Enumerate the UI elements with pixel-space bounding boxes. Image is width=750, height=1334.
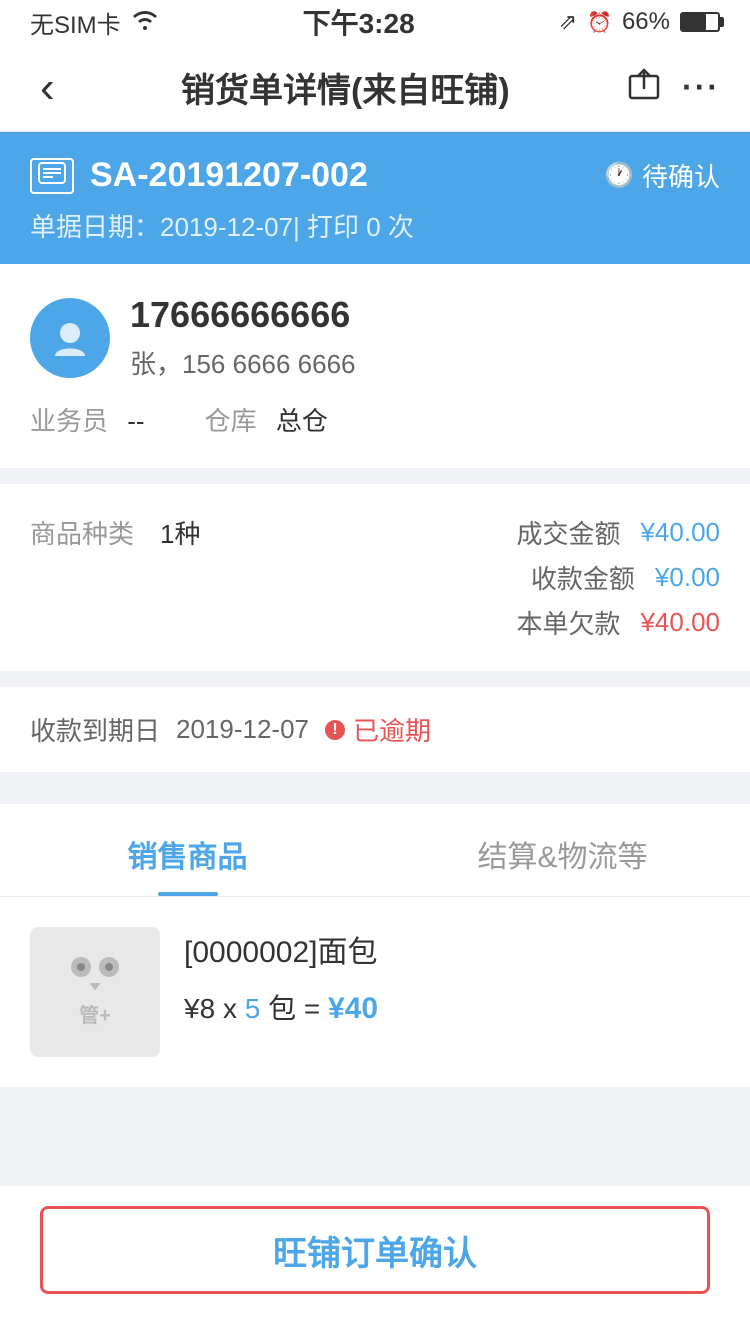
- order-id-text: SA-20191207-002: [90, 156, 368, 195]
- carrier-text: 无SIM卡: [30, 5, 121, 40]
- summary-row: 商品种类 1种 成交金额 ¥40.00 收款金额 ¥0.00 本单欠款 ¥40.…: [30, 514, 720, 641]
- deal-amount-label: 成交金额: [516, 514, 620, 551]
- customer-phone: 17666666666: [130, 294, 356, 336]
- divider-3: [0, 772, 750, 788]
- amounts-block: 成交金额 ¥40.00 收款金额 ¥0.00 本单欠款 ¥40.00: [516, 514, 720, 641]
- due-date-value: 2019-12-07: [176, 714, 309, 745]
- price-multiply: x: [223, 993, 245, 1024]
- warehouse-field: 仓库 总仓: [205, 401, 328, 438]
- order-date-label: 单据日期：: [30, 212, 160, 242]
- product-quantity: 5: [245, 993, 261, 1024]
- tab-settlement[interactable]: 结算&物流等: [375, 804, 750, 896]
- battery-percent: 66%: [622, 8, 670, 36]
- status-right: ⇗ ⏰ 66%: [559, 8, 720, 36]
- divider-1: [0, 468, 750, 484]
- owed-amount-row: 本单欠款 ¥40.00: [516, 604, 720, 641]
- product-thumbnail: 管+: [30, 927, 160, 1057]
- owed-amount-value: ¥40.00: [640, 607, 720, 638]
- owl-beak: [89, 983, 101, 991]
- due-section: 收款到期日 2019-12-07 ! 已逾期: [0, 687, 750, 772]
- deal-amount-row: 成交金额 ¥40.00: [516, 514, 720, 551]
- order-date-row: 单据日期：2019-12-07| 打印 0 次: [30, 207, 720, 244]
- customer-section: 17666666666 张，156 6666 6666 业务员 -- 仓库 总仓: [0, 264, 750, 468]
- more-icon[interactable]: ···: [682, 69, 720, 106]
- warehouse-value: 总仓: [276, 406, 328, 436]
- product-type-value: 1种: [160, 514, 200, 551]
- order-id: SA-20191207-002: [30, 156, 368, 195]
- overdue-text: 已逾期: [353, 711, 431, 748]
- order-icon: [30, 158, 74, 194]
- product-details: [0000002]面包 ¥8 x 5 包 = ¥40: [184, 927, 720, 1027]
- owl-eye-left: [71, 957, 91, 977]
- status-time: 下午3:28: [303, 2, 415, 42]
- avatar: [30, 298, 110, 378]
- received-amount-label: 收款金额: [531, 559, 635, 596]
- product-name-text: 面包: [317, 936, 377, 969]
- owed-amount-label: 本单欠款: [516, 604, 620, 641]
- battery-icon: [680, 12, 720, 32]
- clock-icon: 🕐: [604, 161, 634, 190]
- status-left: 无SIM卡: [30, 5, 159, 40]
- product-price-row: ¥8 x 5 包 = ¥40: [184, 987, 720, 1027]
- product-total: ¥40: [328, 992, 378, 1025]
- tabs-section: 销售商品 结算&物流等: [0, 804, 750, 897]
- product-type-label: 商品种类: [30, 514, 134, 551]
- order-status-text: 待确认: [642, 157, 720, 194]
- nav-bar: ‹ 销货单详情(来自旺铺) ···: [0, 44, 750, 132]
- product-item: 管+ [0000002]面包 ¥8 x 5 包 = ¥40: [0, 897, 750, 1087]
- owl-eyes: [71, 957, 119, 977]
- overdue-badge: ! 已逾期: [325, 711, 431, 748]
- price-equals: =: [304, 993, 328, 1024]
- alarm-icon: ⏰: [587, 10, 612, 35]
- customer-row: 17666666666 张，156 6666 6666: [30, 294, 720, 381]
- status-bar: 无SIM卡 下午3:28 ⇗ ⏰ 66%: [0, 0, 750, 44]
- divider-2: [0, 671, 750, 687]
- confirm-order-button[interactable]: 旺铺订单确认: [40, 1206, 710, 1294]
- owl-text: 管+: [79, 999, 111, 1028]
- bottom-button-container: 旺铺订单确认: [0, 1186, 750, 1334]
- product-unit: 包: [268, 993, 296, 1024]
- order-status: 🕐 待确认: [604, 157, 720, 194]
- customer-info-block: 17666666666 张，156 6666 6666: [130, 294, 356, 381]
- received-amount-row: 收款金额 ¥0.00: [531, 559, 720, 596]
- summary-section: 商品种类 1种 成交金额 ¥40.00 收款金额 ¥0.00 本单欠款 ¥40.…: [0, 484, 750, 671]
- location-icon: ⇗: [559, 9, 577, 35]
- order-header: SA-20191207-002 🕐 待确认 单据日期：2019-12-07| 打…: [0, 132, 750, 264]
- product-code: [0000002]: [184, 936, 317, 969]
- nav-title: 销货单详情(来自旺铺): [181, 63, 510, 112]
- due-date-label: 收款到期日: [30, 711, 160, 748]
- owl-logo: 管+: [71, 957, 119, 1028]
- received-amount-value: ¥0.00: [655, 562, 720, 593]
- order-date: 2019-12-07: [160, 212, 293, 242]
- overdue-icon: !: [325, 720, 345, 740]
- product-name: [0000002]面包: [184, 927, 720, 971]
- salesman-field: 业务员 --: [30, 401, 145, 438]
- product-price: ¥8: [184, 993, 215, 1024]
- product-type-field: 商品种类 1种: [30, 514, 200, 551]
- back-button[interactable]: ‹: [30, 53, 65, 123]
- customer-name: 张，156 6666 6666: [130, 344, 356, 381]
- wifi-icon: [131, 8, 159, 37]
- order-print-info: | 打印 0 次: [293, 212, 414, 242]
- deal-amount-value: ¥40.00: [640, 517, 720, 548]
- tab-sales-products[interactable]: 销售商品: [0, 804, 375, 896]
- salesman-label: 业务员: [30, 406, 108, 436]
- nav-actions: ···: [626, 66, 720, 110]
- owl-eye-right: [99, 957, 119, 977]
- customer-meta: 业务员 -- 仓库 总仓: [30, 401, 720, 438]
- warehouse-label: 仓库: [205, 406, 257, 436]
- salesman-value: --: [127, 406, 144, 436]
- share-icon[interactable]: [626, 66, 662, 110]
